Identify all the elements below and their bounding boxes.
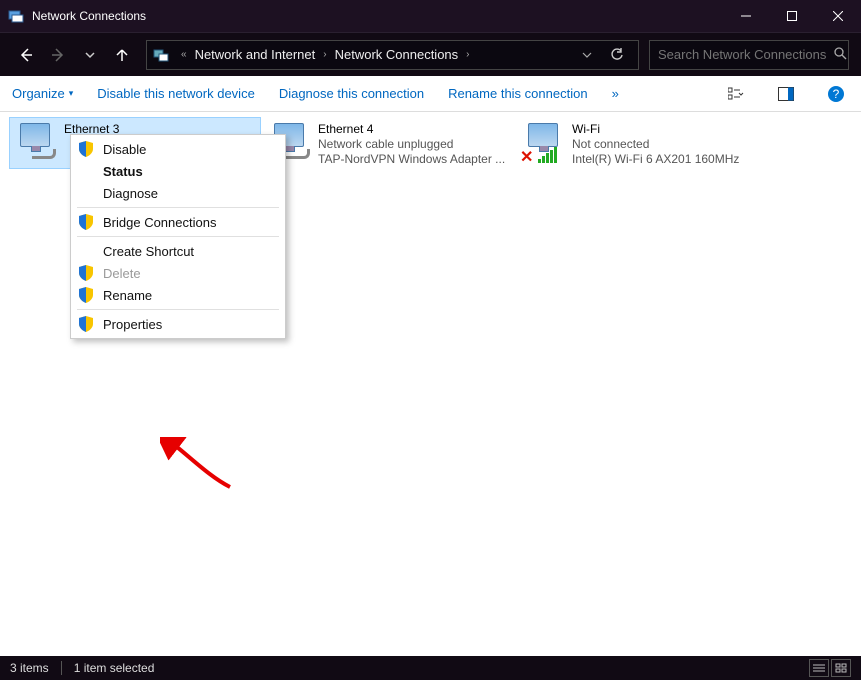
- context-delete-label: Delete: [103, 266, 141, 281]
- context-separator: [77, 207, 279, 208]
- status-selection: 1 item selected: [74, 661, 167, 675]
- window-icon: [8, 8, 24, 24]
- address-bar[interactable]: « Network and Internet › Network Connect…: [146, 40, 639, 70]
- nav-toolbar: « Network and Internet › Network Connect…: [0, 32, 861, 76]
- window-title: Network Connections: [32, 9, 723, 23]
- breadcrumb-network-connections[interactable]: Network Connections: [331, 47, 463, 62]
- context-rename[interactable]: Rename: [73, 284, 283, 306]
- adapter-name: Wi-Fi: [572, 122, 766, 137]
- adapter-device: TAP-NordVPN Windows Adapter ...: [318, 152, 512, 167]
- address-icon: [153, 47, 171, 63]
- search-icon: [834, 47, 847, 63]
- close-button[interactable]: [815, 0, 861, 32]
- shield-icon: [79, 287, 93, 303]
- context-diagnose[interactable]: Diagnose: [73, 182, 283, 204]
- window-titlebar: Network Connections: [0, 0, 861, 32]
- maximize-button[interactable]: [769, 0, 815, 32]
- context-menu: Disable Status Diagnose Bridge Connectio…: [70, 134, 286, 339]
- chevron-right-icon: ›: [319, 49, 330, 60]
- status-item-count: 3 items: [10, 661, 61, 675]
- organize-menu[interactable]: Organize: [12, 86, 73, 101]
- context-status[interactable]: Status: [73, 160, 283, 182]
- address-dropdown-button[interactable]: [572, 50, 602, 60]
- adapter-status: Not connected: [572, 137, 766, 152]
- adapter-device: Intel(R) Wi-Fi 6 AX201 160MHz: [572, 152, 766, 167]
- icons-view-button[interactable]: [831, 659, 851, 677]
- context-shortcut-label: Create Shortcut: [103, 244, 194, 259]
- overflow-menu[interactable]: »: [612, 86, 619, 101]
- adapter-status: Network cable unplugged: [318, 137, 512, 152]
- chevron-right-icon: ›: [462, 49, 473, 60]
- adapter-icon: [12, 121, 64, 165]
- context-bridge[interactable]: Bridge Connections: [73, 211, 283, 233]
- context-bridge-label: Bridge Connections: [103, 215, 216, 230]
- context-disable-label: Disable: [103, 142, 146, 157]
- adapter-ethernet4[interactable]: ✕ Ethernet 4 Network cable unplugged TAP…: [264, 118, 514, 168]
- rename-connection-link[interactable]: Rename this connection: [448, 86, 587, 101]
- disconnected-icon: ✕: [520, 147, 533, 167]
- up-button[interactable]: [108, 41, 136, 69]
- svg-text:?: ?: [833, 87, 840, 101]
- breadcrumb-network-internet[interactable]: Network and Internet: [191, 47, 320, 62]
- context-shortcut[interactable]: Create Shortcut: [73, 240, 283, 262]
- annotation-arrow: [160, 437, 240, 502]
- context-properties[interactable]: Properties: [73, 313, 283, 335]
- context-disable[interactable]: Disable: [73, 138, 283, 160]
- context-status-label: Status: [103, 164, 143, 179]
- minimize-button[interactable]: [723, 0, 769, 32]
- shield-icon: [79, 316, 93, 332]
- context-rename-label: Rename: [103, 288, 152, 303]
- search-input[interactable]: [658, 47, 834, 62]
- refresh-button[interactable]: [602, 48, 632, 62]
- search-box[interactable]: [649, 40, 849, 70]
- context-diagnose-label: Diagnose: [103, 186, 158, 201]
- help-button[interactable]: ?: [823, 81, 849, 107]
- context-separator: [77, 236, 279, 237]
- content-area: Ethernet 3 ✕ Ethernet 4 Network cable un…: [0, 112, 861, 656]
- disable-device-link[interactable]: Disable this network device: [97, 86, 255, 101]
- shield-icon: [79, 141, 93, 157]
- breadcrumb-prefix: «: [177, 49, 191, 60]
- context-separator: [77, 309, 279, 310]
- context-properties-label: Properties: [103, 317, 162, 332]
- preview-pane-button[interactable]: [773, 81, 799, 107]
- recent-locations-button[interactable]: [76, 41, 104, 69]
- wifi-signal-icon: [538, 147, 557, 163]
- back-button[interactable]: [12, 41, 40, 69]
- diagnose-connection-link[interactable]: Diagnose this connection: [279, 86, 424, 101]
- adapter-icon: ✕: [520, 121, 572, 165]
- adapter-name: Ethernet 4: [318, 122, 512, 137]
- forward-button[interactable]: [44, 41, 72, 69]
- shield-icon: [79, 265, 93, 281]
- shield-icon: [79, 214, 93, 230]
- context-delete: Delete: [73, 262, 283, 284]
- adapter-wifi[interactable]: ✕ Wi-Fi Not connected Intel(R) Wi-Fi 6 A…: [518, 118, 768, 168]
- command-bar: Organize Disable this network device Dia…: [0, 76, 861, 112]
- status-divider: [61, 661, 62, 675]
- view-options-button[interactable]: [723, 81, 749, 107]
- status-bar: 3 items 1 item selected: [0, 656, 861, 680]
- details-view-button[interactable]: [809, 659, 829, 677]
